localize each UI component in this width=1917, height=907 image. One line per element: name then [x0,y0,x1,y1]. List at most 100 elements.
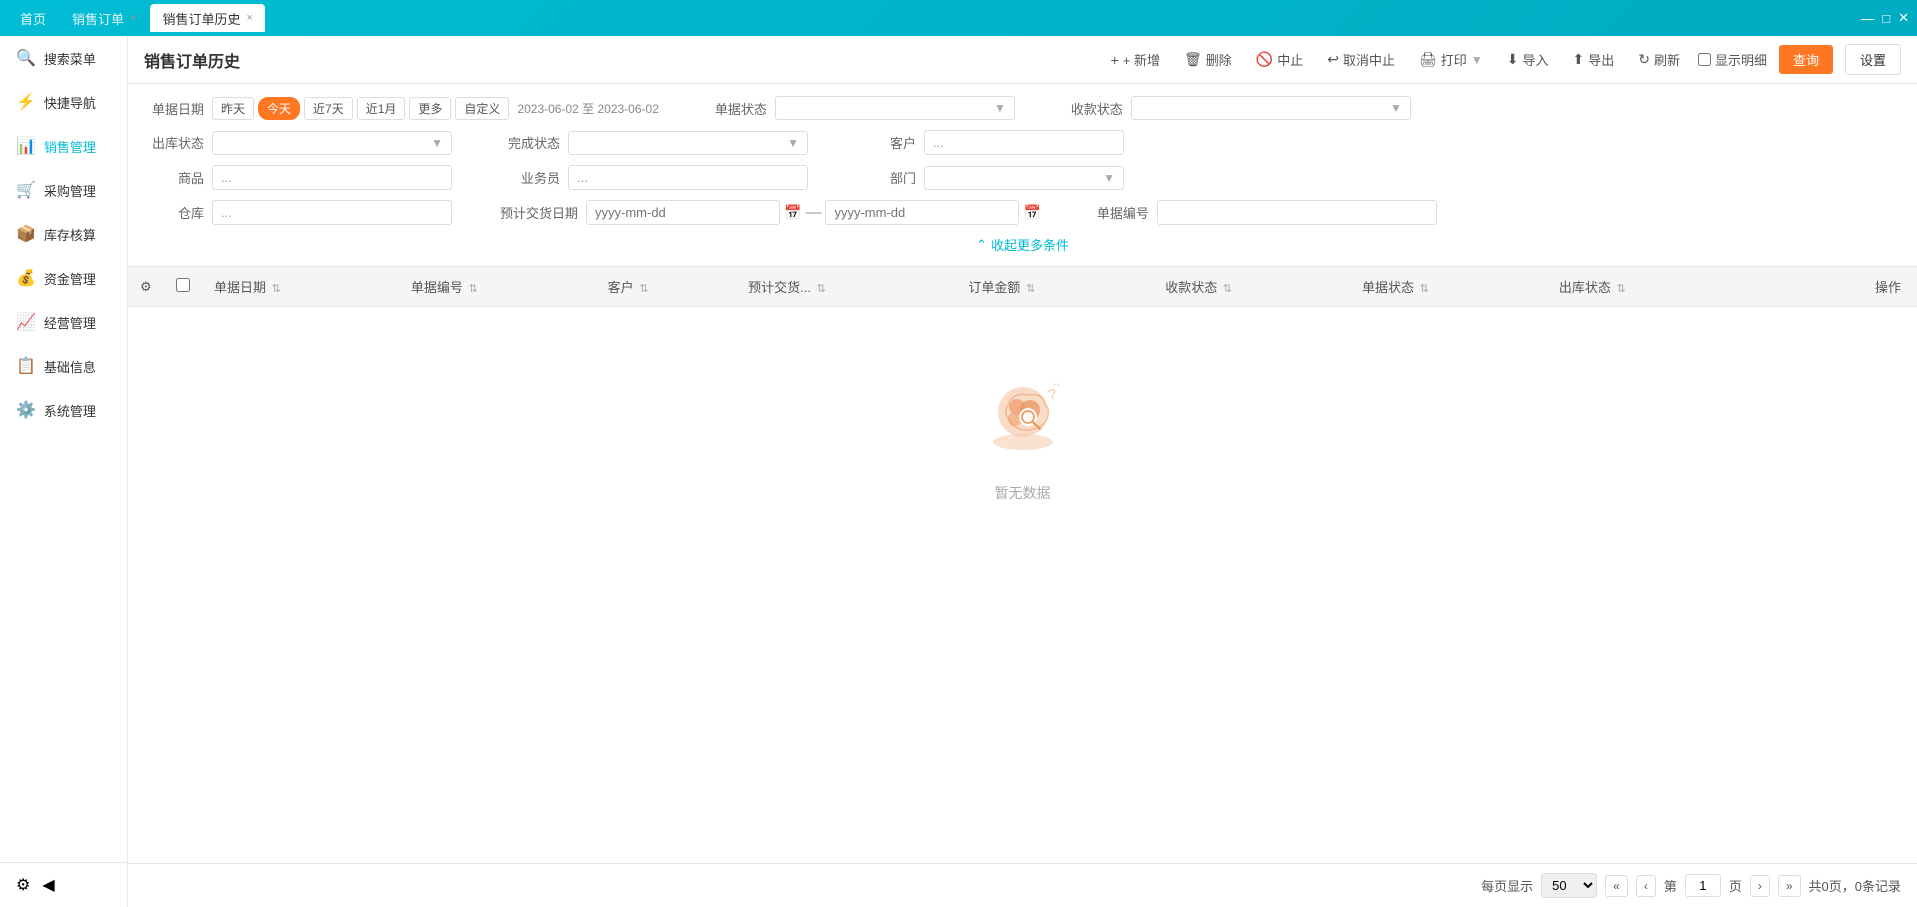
export-btn[interactable]: ⬆ 导出 [1566,46,1620,73]
date-range-display: 2023-06-02 至 2023-06-02 [517,100,658,117]
sidebar-item-finance[interactable]: 💰 资金管理 [0,256,127,300]
plus-icon: + [1111,52,1119,68]
first-page-btn[interactable]: « [1605,875,1628,897]
bill-status-select[interactable]: ▼ [775,96,1015,120]
date-btn-yesterday[interactable]: 昨天 [212,97,254,120]
display-toggle[interactable]: 显示明细 [1698,50,1767,69]
collection-status-select[interactable]: ▼ [1131,96,1411,120]
page-size-select[interactable]: 50 10 20 100 [1541,873,1597,898]
th-stock-out[interactable]: 出库状态 ⇅ [1547,267,1744,307]
th-delivery[interactable]: 预计交货... ⇅ [736,267,956,307]
date-btn-7days[interactable]: 近7天 [304,97,353,120]
delete-btn[interactable]: 🗑 删除 [1178,46,1238,73]
complete-status-select[interactable]: ▼ [568,131,808,155]
th-delivery-sort-icon: ⇅ [817,283,826,295]
th-delivery-label: 预计交货... [748,280,811,295]
sidebar-search-label: 搜索菜单 [44,49,96,68]
stop-btn[interactable]: 🚫 中止 [1250,46,1309,73]
select-all-checkbox[interactable] [176,278,190,292]
new-btn[interactable]: + + 新增 [1105,46,1166,73]
dept-select[interactable]: ▼ [924,166,1124,190]
dept-label: 部门 [856,168,916,187]
customer-select[interactable]: ... [924,130,1124,155]
minimize-btn[interactable]: — [1861,11,1874,26]
sidebar-item-purchase[interactable]: 🛒 采购管理 [0,168,127,212]
th-bill-status[interactable]: 单据状态 ⇅ [1350,267,1547,307]
import-btn[interactable]: ⬇ 导入 [1501,46,1555,73]
order-num-input[interactable] [1157,200,1437,225]
th-customer-label: 客户 [608,280,634,295]
print-label: 打印 [1441,50,1467,69]
sidebar-item-sales[interactable]: 📊 销售管理 [0,124,127,168]
display-checkbox[interactable] [1698,53,1711,66]
delivery-label: 预计交货日期 [500,203,578,222]
sidebar-settings-icon[interactable]: ⚙ [16,875,30,895]
table-area: ⚙ 单据日期 ⇅ 单据编号 ⇅ 客户 [128,267,1917,863]
basic-info-icon: 📋 [16,356,36,376]
close-btn[interactable]: ✕ [1898,10,1909,26]
maximize-btn[interactable]: □ [1882,11,1890,26]
date-btn-today[interactable]: 今天 [258,97,300,120]
export-label: 导出 [1588,50,1614,69]
th-stock-out-label: 出库状态 [1559,280,1611,295]
sidebar-item-quick-nav[interactable]: ⚡ 快捷导航 [0,80,127,124]
table-footer: 每页显示 50 10 20 100 « ‹ 第 页 › » 共0页，0条记录 [128,863,1917,907]
sidebar-basic-info-label: 基础信息 [44,357,96,376]
date-btn-custom[interactable]: 自定义 [455,97,509,120]
purchase-icon: 🛒 [16,180,36,200]
last-page-btn[interactable]: » [1778,875,1801,897]
finance-icon: 💰 [16,268,36,288]
date-btn-more[interactable]: 更多 [409,97,451,120]
next-page-btn[interactable]: › [1750,875,1770,897]
sidebar-item-inventory[interactable]: 📦 库存核算 [0,212,127,256]
sidebar-operations-label: 经营管理 [44,313,96,332]
system-icon: ⚙️ [16,400,36,420]
filter-row-1: 单据日期 昨天 今天 近7天 近1月 更多 自定义 2023-06-02 至 2… [144,96,1901,120]
tab-sales-history[interactable]: 销售订单历史 × [150,4,264,32]
display-label: 显示明细 [1715,50,1767,69]
collapse-btn[interactable]: ⌃ 收起更多条件 [144,235,1901,254]
query-btn[interactable]: 查询 [1779,45,1833,74]
page-num-input[interactable] [1685,874,1721,897]
sidebar-finance-label: 资金管理 [44,269,96,288]
th-settings[interactable]: ⚙ [128,267,164,307]
page-title: 销售订单历史 [144,48,240,72]
settings-btn[interactable]: 设置 [1845,44,1901,75]
sidebar-item-operations[interactable]: 📈 经营管理 [0,300,127,344]
cancel-stop-btn[interactable]: ↩ 取消中止 [1321,46,1401,73]
delivery-end-calendar-icon[interactable]: 📅 [1023,204,1040,221]
tab-home[interactable]: 首页 [8,4,58,32]
delivery-date-group: 📅 — 📅 [586,200,1041,225]
th-action-label: 操作 [1875,280,1901,295]
th-date[interactable]: 单据日期 ⇅ [202,267,399,307]
close-sales-order-tab[interactable]: × [130,12,136,24]
stop-icon: 🚫 [1256,51,1273,68]
th-collection[interactable]: 收款状态 ⇅ [1153,267,1350,307]
sidebar-item-basic-info[interactable]: 📋 基础信息 [0,344,127,388]
th-customer[interactable]: 客户 ⇅ [596,267,736,307]
dept-chevron: ▼ [1103,171,1115,185]
print-btn[interactable]: 🖨 打印 ▼ [1413,46,1489,73]
tab-sales-order[interactable]: 销售订单 × [60,4,148,32]
operations-icon: 📈 [16,312,36,332]
bill-status-chevron: ▼ [994,101,1006,115]
th-order-num[interactable]: 单据编号 ⇅ [399,267,596,307]
stock-status-select[interactable]: ▼ [212,131,452,155]
sidebar-search[interactable]: 🔍 搜索菜单 [0,36,127,80]
th-amount-sort-icon: ⇅ [1026,283,1035,295]
refresh-btn[interactable]: ↻ 刷新 [1632,46,1686,73]
prev-page-btn[interactable]: ‹ [1636,875,1656,897]
warehouse-select[interactable]: ... [212,200,452,225]
delivery-end-input[interactable] [825,200,1019,225]
delivery-start-input[interactable] [586,200,780,225]
goods-select[interactable]: ... [212,165,452,190]
th-amount[interactable]: 订单金额 ⇅ [956,267,1153,307]
customer-label: 客户 [856,133,916,152]
th-customer-sort-icon: ⇅ [639,283,648,295]
delivery-start-calendar-icon[interactable]: 📅 [784,204,801,221]
sidebar-item-system[interactable]: ⚙️ 系统管理 [0,388,127,432]
sidebar-collapse-icon[interactable]: ◀ [42,875,54,895]
close-sales-history-tab[interactable]: × [246,12,252,24]
salesman-select[interactable]: ... [568,165,808,190]
date-btn-1month[interactable]: 近1月 [357,97,406,120]
